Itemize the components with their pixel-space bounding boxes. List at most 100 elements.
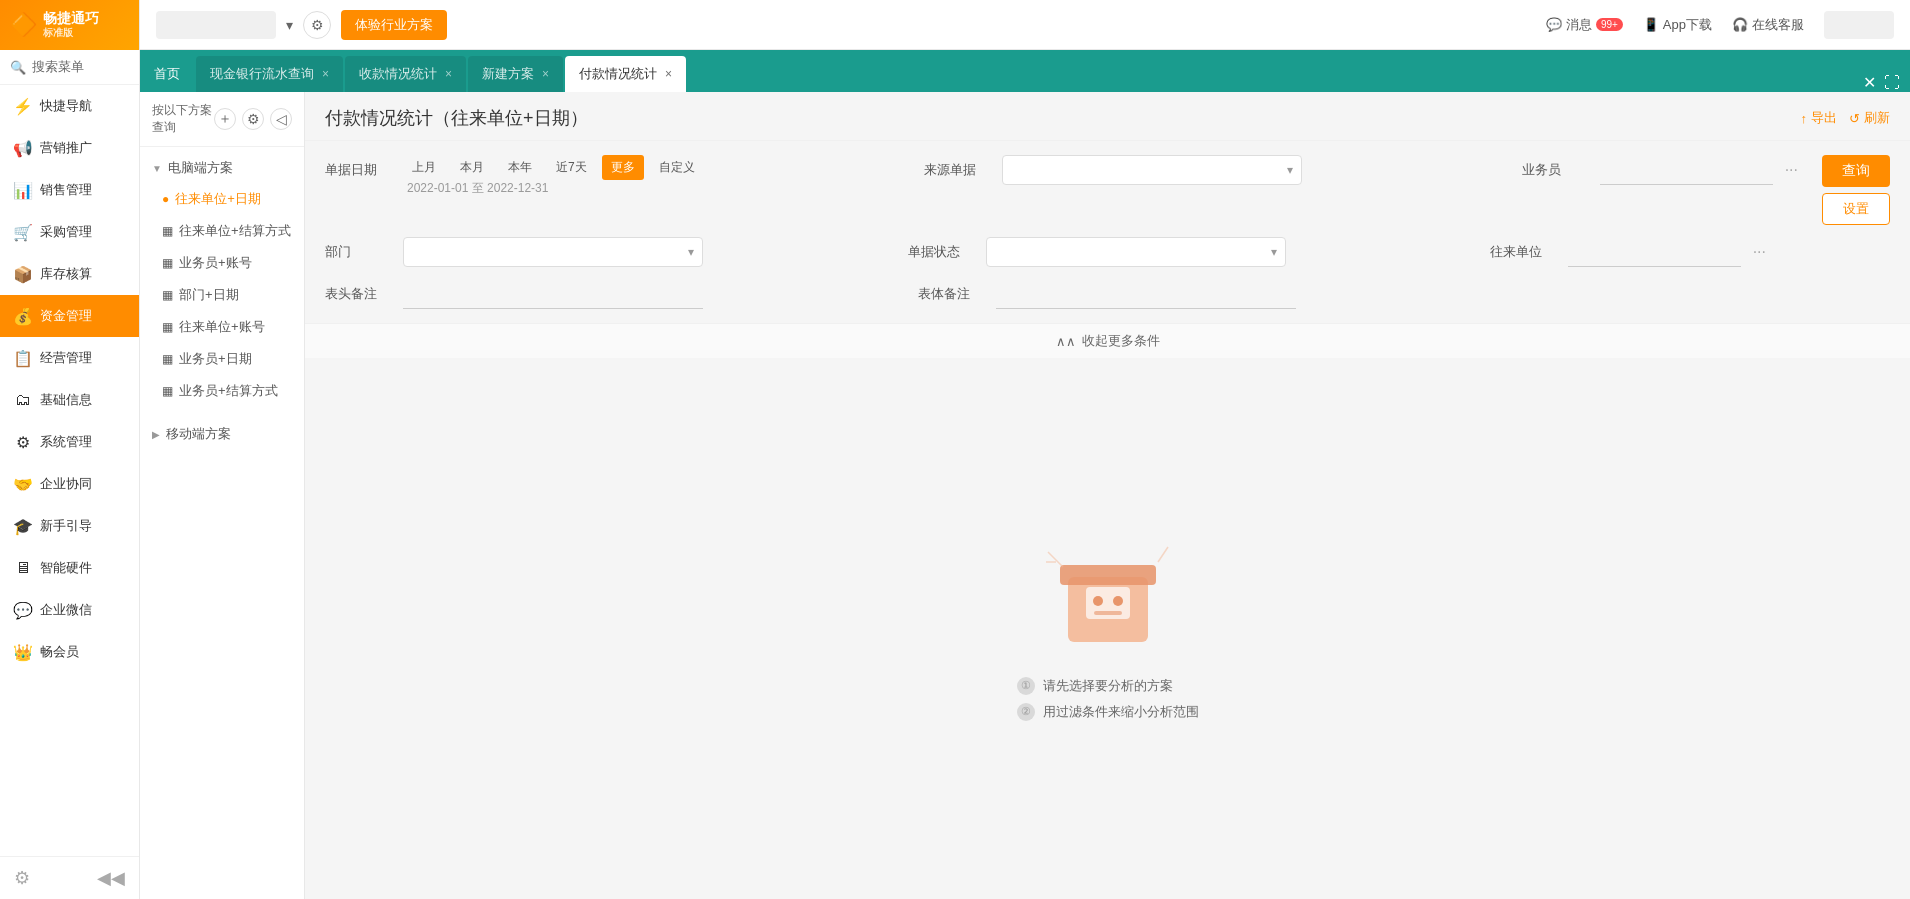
search-icon: 🔍 [10,60,26,75]
tab-close-collection[interactable]: × [445,67,452,81]
scheme-item-0-0[interactable]: ● 往来单位+日期 [140,183,304,215]
trial-btn[interactable]: 体验行业方案 [341,10,447,40]
data-empty-area: ① 请先选择要分析的方案 ② 用过滤条件来缩小分析范围 [305,358,1910,899]
system-icon: ⚙ [14,433,32,451]
message-label: 消息 [1566,16,1592,34]
page-header: 付款情况统计（往来单位+日期） ↑ 导出 ↺ 刷新 [305,92,1910,141]
scheme-item-label-0-0: 往来单位+日期 [175,190,261,208]
sidebar-item-quick-nav[interactable]: ⚡ 快捷导航 [0,85,139,127]
sidebar-item-weixin[interactable]: 💬 企业微信 [0,589,139,631]
sidebar-item-fund[interactable]: 💰 资金管理 [0,295,139,337]
tab-close-payment[interactable]: × [665,67,672,81]
source-label: 来源单据 [924,161,994,179]
tab-cash-flow[interactable]: 现金银行流水查询× [196,56,343,92]
smart-label: 智能硬件 [40,559,92,577]
filter-settings-btn[interactable]: 设置 [1822,193,1890,225]
add-scheme-btn[interactable]: ＋ [214,108,236,130]
scheme-group-header-1[interactable]: ▶ 移动端方案 [140,419,304,449]
tab-close-new-scheme[interactable]: × [542,67,549,81]
app-download-label: App下载 [1663,16,1712,34]
empty-text-container: ① 请先选择要分析的方案 ② 用过滤条件来缩小分析范围 [1017,677,1199,721]
collapse-more-btn[interactable]: ∧∧ 收起更多条件 [305,323,1910,358]
sidebar-item-smart[interactable]: 🖥 智能硬件 [0,547,139,589]
tab-home[interactable]: 首页 [140,56,194,92]
sidebar-search-container[interactable]: 🔍 搜索菜单 [0,50,139,85]
tab-payment[interactable]: 付款情况统计 × [565,56,686,92]
sidebar-item-coop[interactable]: 🤝 企业协同 [0,463,139,505]
agent-dots-btn[interactable]: ··· [1781,161,1802,179]
query-btn[interactable]: 查询 [1822,155,1890,187]
smart-icon: 🖥 [14,559,32,577]
date-tab-more[interactable]: 更多 [602,155,644,180]
scheme-item-icon-0-3: ▦ [162,288,173,302]
settings-icon[interactable]: ⚙ [14,867,30,889]
sidebar-item-system[interactable]: ⚙ 系统管理 [0,421,139,463]
scheme-item-0-5[interactable]: ▦ 业务员+日期 [140,343,304,375]
doc-status-select[interactable]: ▾ [986,237,1286,267]
sidebar-item-operation[interactable]: 📋 经营管理 [0,337,139,379]
date-tab-custom[interactable]: 自定义 [650,155,704,180]
scheme-item-0-1[interactable]: ▦ 往来单位+结算方式 [140,215,304,247]
tab-new-scheme[interactable]: 新建方案× [468,56,563,92]
scheme-group-label-1: 移动端方案 [166,425,231,443]
scheme-settings-btn[interactable]: ⚙ [242,108,264,130]
scheme-item-0-3[interactable]: ▦ 部门+日期 [140,279,304,311]
tab-close-cash-flow[interactable]: × [322,67,329,81]
sidebar-item-purchase[interactable]: 🛒 采购管理 [0,211,139,253]
logo-badge: 标准版 [43,26,99,40]
svg-point-4 [1113,596,1123,606]
sidebar: 🔶 畅捷通巧 标准版 🔍 搜索菜单 ⚡ 快捷导航 📢 营销推广 📊 销售管理 🛒… [0,0,140,899]
dropdown-arrow[interactable]: ▾ [286,17,293,33]
message-btn[interactable]: 💬 消息 99+ [1546,16,1623,34]
topbar: ▾ ⚙ 体验行业方案 💬 消息 99+ 📱 App下载 🎧 在线客服 [140,0,1910,50]
app-download-btn[interactable]: 📱 App下载 [1643,16,1712,34]
scheme-sidebar: 按以下方案查询 ＋ ⚙ ◁ ▼ 电脑端方案 ● 往来单位+日期 ▦ 往来单位+结… [140,92,305,899]
scheme-group-label-0: 电脑端方案 [168,159,233,177]
scheme-item-0-6[interactable]: ▦ 业务员+结算方式 [140,375,304,407]
sidebar-item-basic-info[interactable]: 🗂 基础信息 [0,379,139,421]
tabs-container: 首页现金银行流水查询×收款情况统计×新建方案× 付款情况统计 × [140,50,688,92]
main-area: ▾ ⚙ 体验行业方案 💬 消息 99+ 📱 App下载 🎧 在线客服 首页现金银… [140,0,1910,899]
close-all-icon[interactable]: ✕ [1863,73,1876,92]
date-tabs: 上月 本月 本年 近7天 更多 自定义 [403,155,904,180]
scheme-group-header-0[interactable]: ▼ 电脑端方案 [140,153,304,183]
export-btn[interactable]: ↑ 导出 [1801,109,1838,127]
scheme-collapse-btn[interactable]: ◁ [270,108,292,130]
dept-select[interactable]: ▾ [403,237,703,267]
sidebar-item-inventory[interactable]: 📦 库存核算 [0,253,139,295]
date-tab-this-year[interactable]: 本年 [499,155,541,180]
sidebar-item-sales[interactable]: 📊 销售管理 [0,169,139,211]
collapse-sidebar-icon[interactable]: ◀◀ [97,867,125,889]
dept-label: 部门 [325,243,395,261]
date-tab-7days[interactable]: 近7天 [547,155,596,180]
partner-dots-btn[interactable]: ··· [1749,243,1770,261]
date-tab-last-month[interactable]: 上月 [403,155,445,180]
tab-bar: 首页现金银行流水查询×收款情况统计×新建方案× 付款情况统计 × ✕ ⛶ [140,50,1910,92]
sidebar-item-vip[interactable]: 👑 畅会员 [0,631,139,673]
refresh-icon: ↺ [1849,111,1860,126]
scheme-item-0-2[interactable]: ▦ 业务员+账号 [140,247,304,279]
doc-status-arrow: ▾ [1271,245,1277,259]
refresh-btn[interactable]: ↺ 刷新 [1849,109,1890,127]
source-select[interactable]: ▾ [1002,155,1302,185]
scheme-item-icon-0-5: ▦ [162,352,173,366]
purchase-icon: 🛒 [14,223,32,241]
expand-icon[interactable]: ⛶ [1884,74,1900,92]
scheme-item-0-4[interactable]: ▦ 往来单位+账号 [140,311,304,343]
tab-collection[interactable]: 收款情况统计× [345,56,466,92]
collapse-up-icon: ∧∧ [1056,334,1076,349]
sidebar-item-guide[interactable]: 🎓 新手引导 [0,505,139,547]
sidebar-item-marketing[interactable]: 📢 营销推广 [0,127,139,169]
online-service-label: 在线客服 [1752,16,1804,34]
date-tab-this-month[interactable]: 本月 [451,155,493,180]
scheme-header: 按以下方案查询 ＋ ⚙ ◁ [140,92,304,147]
online-service-btn[interactable]: 🎧 在线客服 [1732,16,1804,34]
hint-num-1: ① [1017,677,1035,695]
search-label: 搜索菜单 [32,58,84,76]
tab-label-payment: 付款情况统计 [579,65,657,83]
message-icon: 💬 [1546,17,1562,32]
export-label: 导出 [1811,109,1837,127]
user-avatar[interactable] [1824,11,1894,39]
topbar-settings-btn[interactable]: ⚙ [303,11,331,39]
weixin-icon: 💬 [14,601,32,619]
